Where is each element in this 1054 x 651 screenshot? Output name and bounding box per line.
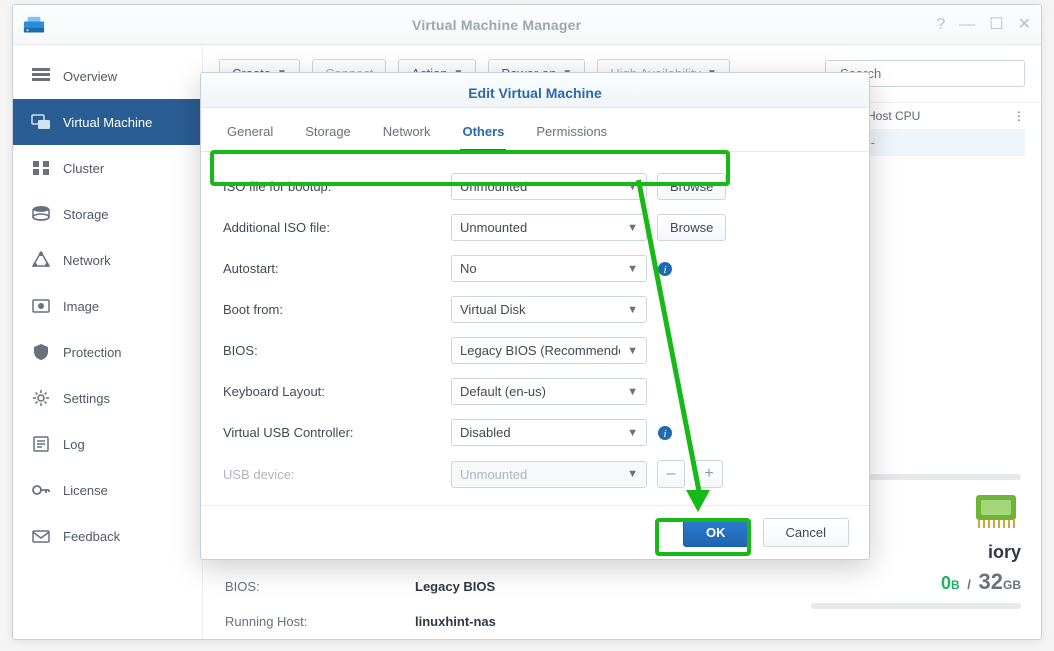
- chevron-down-icon: ▼: [627, 304, 638, 316]
- cancel-button[interactable]: Cancel: [763, 518, 849, 547]
- info-icon[interactable]: i: [657, 425, 673, 441]
- additional-iso-select[interactable]: Unmounted▼: [451, 214, 647, 241]
- usb-device-select: Unmounted▼: [451, 461, 647, 488]
- add-usb-button: +: [695, 460, 723, 488]
- remove-usb-button: –: [657, 460, 685, 488]
- field-usb-controller: Virtual USB Controller: Disabled▼ i: [223, 412, 847, 453]
- tab-storage[interactable]: Storage: [303, 116, 353, 151]
- field-boot-from: Boot from: Virtual Disk▼: [223, 289, 847, 330]
- dialog-footer: OK Cancel: [201, 505, 869, 559]
- chevron-down-icon: ▼: [627, 427, 638, 439]
- sidebar-item-label: Overview: [63, 69, 117, 84]
- field-bios: BIOS: Legacy BIOS (Recommende▼: [223, 330, 847, 371]
- tab-permissions[interactable]: Permissions: [534, 116, 609, 151]
- sidebar-item-label: Feedback: [63, 529, 120, 544]
- edit-vm-dialog: Edit Virtual Machine General Storage Net…: [200, 72, 870, 560]
- titlebar: Virtual Machine Manager ? — ☐ ✕: [13, 5, 1041, 45]
- tab-network[interactable]: Network: [381, 116, 433, 151]
- sidebar: Overview Virtual Machine Cluster Storage…: [13, 45, 203, 639]
- log-icon: [31, 435, 51, 453]
- chevron-down-icon: ▼: [627, 468, 638, 480]
- svg-text:i: i: [663, 428, 666, 440]
- protection-icon: [31, 343, 51, 361]
- svg-text:i: i: [663, 264, 666, 276]
- window-controls: ? — ☐ ✕: [936, 17, 1031, 33]
- sidebar-item-label: Cluster: [63, 161, 104, 176]
- mail-icon: [31, 527, 51, 545]
- details-panel: BIOS: Legacy BIOS Running Host: linuxhin…: [219, 569, 1025, 639]
- dialog-form: ISO file for bootup: Unmounted▼ Browse A…: [201, 152, 869, 505]
- gear-icon: [31, 389, 51, 407]
- dialog-tabs: General Storage Network Others Permissio…: [201, 108, 869, 152]
- sidebar-item-network[interactable]: Network: [13, 237, 202, 283]
- sidebar-item-label: Log: [63, 437, 85, 452]
- sidebar-item-settings[interactable]: Settings: [13, 375, 202, 421]
- sidebar-item-label: Settings: [63, 391, 110, 406]
- field-autostart: Autostart: No▼ i: [223, 248, 847, 289]
- sidebar-item-image[interactable]: Image: [13, 283, 202, 329]
- sidebar-item-license[interactable]: License: [13, 467, 202, 513]
- chevron-down-icon: ▼: [627, 222, 638, 234]
- sidebar-item-label: Image: [63, 299, 99, 314]
- chevron-down-icon: ▼: [627, 263, 638, 275]
- sidebar-item-label: Network: [63, 253, 111, 268]
- storage-icon: [31, 205, 51, 223]
- sidebar-item-label: Protection: [63, 345, 122, 360]
- field-keyboard: Keyboard Layout: Default (en-us)▼: [223, 371, 847, 412]
- sidebar-item-label: Storage: [63, 207, 109, 222]
- sidebar-item-protection[interactable]: Protection: [13, 329, 202, 375]
- key-icon: [31, 481, 51, 499]
- sidebar-item-feedback[interactable]: Feedback: [13, 513, 202, 559]
- window-title: Virtual Machine Manager: [57, 17, 936, 33]
- chip-icon: [971, 492, 1021, 530]
- sidebar-item-virtual-machine[interactable]: Virtual Machine: [13, 99, 202, 145]
- help-icon[interactable]: ?: [936, 17, 945, 33]
- info-icon[interactable]: i: [657, 261, 673, 277]
- col-host-cpu[interactable]: Host CPU: [867, 109, 1007, 123]
- sidebar-item-label: License: [63, 483, 108, 498]
- chevron-down-icon: ▼: [627, 345, 638, 357]
- minimize-icon[interactable]: —: [959, 17, 975, 33]
- sidebar-item-storage[interactable]: Storage: [13, 191, 202, 237]
- autostart-select[interactable]: No▼: [451, 255, 647, 282]
- col-menu-icon[interactable]: ⋮: [1013, 109, 1025, 123]
- sidebar-item-cluster[interactable]: Cluster: [13, 145, 202, 191]
- field-usb-device: USB device: Unmounted▼ – +: [223, 453, 847, 495]
- detail-row-bios: BIOS: Legacy BIOS: [219, 569, 1025, 604]
- tab-others[interactable]: Others: [460, 116, 506, 152]
- maximize-icon[interactable]: ☐: [989, 17, 1003, 33]
- ok-button[interactable]: OK: [683, 518, 749, 547]
- sidebar-item-overview[interactable]: Overview: [13, 53, 202, 99]
- bios-select[interactable]: Legacy BIOS (Recommende▼: [451, 337, 647, 364]
- close-icon[interactable]: ✕: [1018, 17, 1031, 33]
- cluster-icon: [31, 159, 51, 177]
- overview-icon: [31, 67, 51, 85]
- sidebar-item-log[interactable]: Log: [13, 421, 202, 467]
- boot-from-select[interactable]: Virtual Disk▼: [451, 296, 647, 323]
- field-additional-iso: Additional ISO file: Unmounted▼ Browse: [223, 207, 847, 248]
- dialog-title: Edit Virtual Machine: [201, 73, 869, 108]
- tab-general[interactable]: General: [225, 116, 275, 151]
- app-icon: [23, 16, 45, 34]
- usb-controller-select[interactable]: Disabled▼: [451, 419, 647, 446]
- field-iso-bootup: ISO file for bootup: Unmounted▼ Browse: [223, 166, 847, 207]
- vm-icon: [31, 113, 51, 131]
- sidebar-item-label: Virtual Machine: [63, 115, 152, 130]
- network-icon: [31, 251, 51, 269]
- chevron-down-icon: ▼: [627, 386, 638, 398]
- additional-iso-browse-button[interactable]: Browse: [657, 214, 726, 241]
- image-icon: [31, 297, 51, 315]
- iso-bootup-browse-button[interactable]: Browse: [657, 173, 726, 200]
- iso-bootup-select[interactable]: Unmounted▼: [451, 173, 647, 200]
- keyboard-select[interactable]: Default (en-us)▼: [451, 378, 647, 405]
- chevron-down-icon: ▼: [627, 181, 638, 193]
- detail-row-host: Running Host: linuxhint-nas: [219, 604, 1025, 639]
